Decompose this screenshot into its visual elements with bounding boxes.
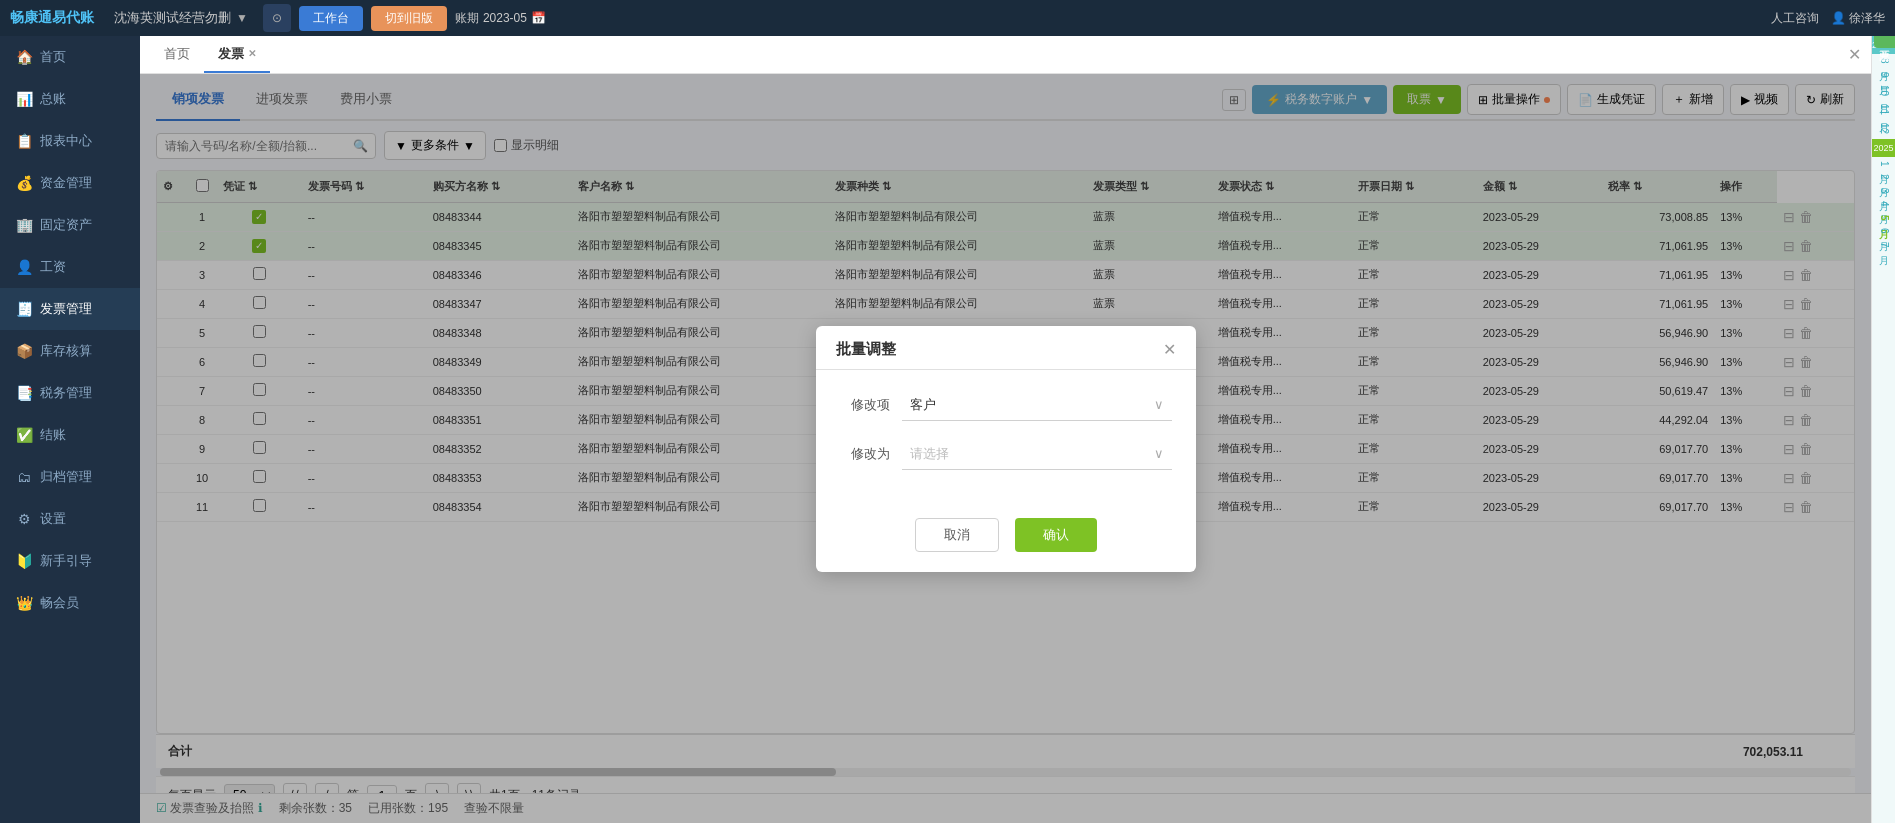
confirm-btn[interactable]: 确认 [1015,518,1097,552]
sidebar-item-archive[interactable]: 🗂 归档管理 [0,456,140,498]
reports-icon: 📋 [16,133,32,149]
home-icon: 🏠 [16,49,32,65]
cal-month-6[interactable]: 6月 [1875,224,1893,238]
tab-close-icon[interactable]: ✕ [248,48,256,59]
modify-field-select[interactable]: 客户 ∨ [902,390,1172,421]
modify-to-select[interactable]: 请选择 ∨ [902,439,1172,470]
sidebar-label-home: 首页 [40,48,66,66]
sidebar-item-salary[interactable]: 👤 工资 [0,246,140,288]
form-row-modify-field: 修改项 客户 ∨ [840,390,1172,421]
dialog-overlay: 批量调整 ✕ 修改项 客户 ∨ [140,74,1871,823]
switch-btn[interactable]: 切到旧版 [371,6,447,31]
workspace-btn[interactable]: 工作台 [299,6,363,31]
cal-month-5-active[interactable]: 5月 [1875,211,1893,225]
cal-year-2025: 2025 [1872,139,1895,157]
modify-field-label: 修改项 [840,396,890,414]
dialog-close-btn[interactable]: ✕ [1163,340,1176,359]
sidebar-item-funds[interactable]: 💰 资金管理 [0,162,140,204]
cal-month-8[interactable]: 8月 [1875,54,1893,68]
top-bar-right: 人工咨询 👤 徐泽华 [1771,10,1885,27]
sidebar-item-member[interactable]: 👑 畅会员 [0,582,140,624]
tax-icon: 📑 [16,385,32,401]
archive-icon: 🗂 [16,469,32,485]
top-bar: 畅康通易代账 沈海英测试经营勿删 ▼ ⊙ 工作台 切到旧版 账期 2023-05… [0,0,1895,36]
content-area: 首页 发票 ✕ ✕ 销项发票 进项发票 费用小票 ⊞ [140,36,1871,823]
sidebar-item-ledger[interactable]: 📊 总账 [0,78,140,120]
main-content: 销项发票 进项发票 费用小票 ⊞ ⚡ 税务数字账户 ▼ 取票 [140,74,1871,823]
salary-icon: 👤 [16,259,32,275]
cancel-btn[interactable]: 取消 [915,518,999,552]
company-icon[interactable]: ⊙ [263,4,291,32]
chevron-down-icon: ∨ [1154,397,1164,412]
sidebar-item-invoice[interactable]: 🧾 发票管理 [0,288,140,330]
cal-month-2[interactable]: 2月 [1875,170,1893,184]
cal-month-3[interactable]: 3月 [1875,184,1893,198]
modify-to-label: 修改为 [840,445,890,463]
cal-month-9[interactable]: 9月 [1875,68,1893,82]
ai-consult[interactable]: 人工咨询 [1771,10,1819,27]
modify-to-placeholder: 请选择 [910,445,949,463]
dialog-title: 批量调整 [836,340,896,359]
period-display: 账期 2023-05 📅 [455,10,546,27]
chevron-down-icon-2: ∨ [1154,446,1164,461]
open-invoice-btn[interactable]: 开票出 [1874,36,1895,48]
sidebar-item-settings[interactable]: ⚙ 设置 [0,498,140,540]
company-name: 沈海英测试经营勿删 [114,9,231,27]
dialog-body: 修改项 客户 ∨ 修改为 请选择 ∨ [816,370,1196,508]
app-logo: 畅康通易代账 [10,9,94,27]
tab-invoice[interactable]: 发票 ✕ [204,37,270,73]
user-name: 👤 徐泽华 [1831,10,1885,27]
cal-month-4[interactable]: 4月 [1875,197,1893,211]
tab-bar: 首页 发票 ✕ ✕ [140,36,1871,74]
sidebar: 🏠 首页 📊 总账 📋 报表中心 💰 资金管理 🏢 固定资产 👤 工资 [0,36,140,823]
member-icon: 👑 [16,595,32,611]
modify-field-value: 客户 [910,396,936,414]
invoice-icon: 🧾 [16,301,32,317]
cal-month-11[interactable]: 11月 [1875,100,1893,119]
guide-icon: 🔰 [16,553,32,569]
close-period-icon: ✅ [16,427,32,443]
tab-home[interactable]: 首页 [150,37,204,73]
inventory-icon: 📦 [16,343,32,359]
cal-month-12[interactable]: 12月 [1875,119,1893,138]
sidebar-item-home[interactable]: 🏠 首页 [0,36,140,78]
dialog-footer: 取消 确认 [816,508,1196,572]
sidebar-item-inventory[interactable]: 📦 库存核算 [0,330,140,372]
sidebar-item-close[interactable]: ✅ 结账 [0,414,140,456]
sidebar-item-guide[interactable]: 🔰 新手引导 [0,540,140,582]
assets-icon: 🏢 [16,217,32,233]
batch-adjust-dialog: 批量调整 ✕ 修改项 客户 ∨ [816,326,1196,572]
ledger-icon: 📊 [16,91,32,107]
right-calendar-panel: 2023.0 8月 9月 10月 11月 12月 2025 1月 2月 3月 4… [1871,36,1895,823]
funds-icon: 💰 [16,175,32,191]
cal-month-1[interactable]: 1月 [1875,157,1893,171]
cal-month-7[interactable]: 7月 [1875,238,1893,252]
close-all-icon[interactable]: ✕ [1848,45,1861,64]
sidebar-item-reports[interactable]: 📋 报表中心 [0,120,140,162]
company-dropdown[interactable]: ▼ [236,11,248,25]
cal-month-10[interactable]: 10月 [1875,81,1893,100]
sidebar-item-tax[interactable]: 📑 税务管理 [0,372,140,414]
gear-icon: ⚙ [16,511,32,527]
dialog-header: 批量调整 ✕ [816,326,1196,370]
sidebar-item-assets[interactable]: 🏢 固定资产 [0,204,140,246]
form-row-modify-to: 修改为 请选择 ∨ [840,439,1172,470]
